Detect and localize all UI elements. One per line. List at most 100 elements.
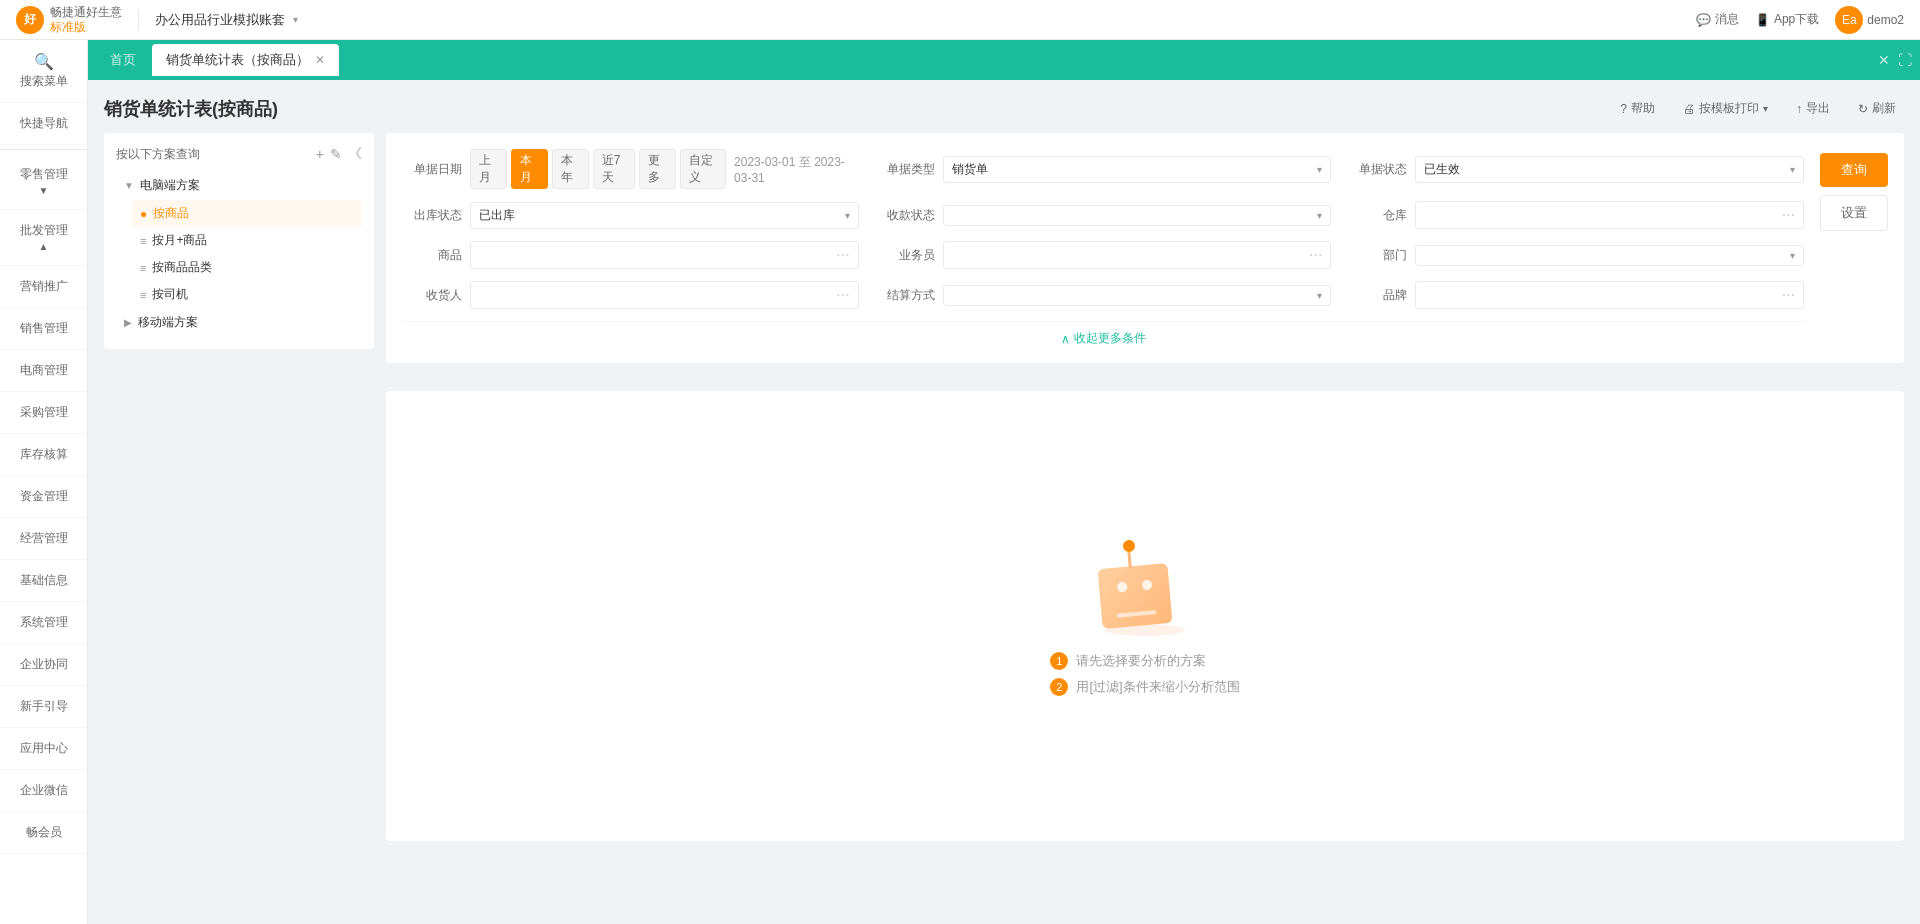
sidebar-item-enterprise[interactable]: 企业协同 xyxy=(0,644,87,686)
tab-close-btn[interactable]: ✕ xyxy=(315,53,325,67)
empty-content: 1 请先选择要分析的方案 2 用[过滤]条件来缩小分析范围 xyxy=(386,391,1904,841)
sidebar-item-ecommerce[interactable]: 电商管理 xyxy=(0,350,87,392)
system-dropdown-arrow[interactable]: ▾ xyxy=(293,14,298,25)
order-type-value: 销货单 xyxy=(952,161,1314,178)
salesman-input[interactable]: ··· xyxy=(943,241,1332,269)
refresh-btn[interactable]: ↻ 刷新 xyxy=(1850,96,1904,121)
sidebar-item-retail[interactable]: 零售管理 ▼ xyxy=(0,154,87,210)
filter-order-type-group: 单据类型 销货单 ▾ xyxy=(875,156,1332,183)
sidebar-item-operation[interactable]: 经营管理 xyxy=(0,518,87,560)
message-btn[interactable]: 💬 消息 xyxy=(1696,11,1739,28)
refresh-icon: ↻ xyxy=(1858,102,1868,116)
warehouse-input[interactable]: ··· xyxy=(1415,201,1804,229)
print-btn[interactable]: 🖨 按模板打印 ▾ xyxy=(1675,96,1776,121)
top-bar: 好 畅捷通好生意 标准版 办公用品行业模拟账套 ▾ 💬 消息 📱 App下载 E… xyxy=(0,0,1920,40)
sidebar-item-sales[interactable]: 销售管理 xyxy=(0,308,87,350)
user-area[interactable]: Ea demo2 xyxy=(1835,6,1904,34)
step-num-1: 1 xyxy=(1050,652,1068,670)
print-dropdown-arrow[interactable]: ▾ xyxy=(1763,103,1768,114)
goods-input[interactable]: ··· xyxy=(470,241,859,269)
receipt-status-select[interactable]: ▾ xyxy=(943,205,1332,226)
tree-item-by-goods[interactable]: ● 按商品 xyxy=(132,200,362,227)
date-btn-this-year[interactable]: 本年 xyxy=(552,149,589,189)
date-range: 2023-03-01 至 2023-03-31 xyxy=(734,154,859,185)
app-download-btn[interactable]: 📱 App下载 xyxy=(1755,11,1819,28)
add-scheme-btn[interactable]: + xyxy=(316,146,324,162)
empty-step-1: 1 请先选择要分析的方案 xyxy=(1050,652,1239,670)
receiver-dots[interactable]: ··· xyxy=(836,286,849,304)
receipt-status-label: 收款状态 xyxy=(875,207,935,224)
chevron-down-icon: ▼ xyxy=(39,185,49,196)
tab-home[interactable]: 首页 xyxy=(96,44,150,76)
out-status-arrow: ▾ xyxy=(845,210,850,221)
filter-goods-group: 商品 ··· xyxy=(402,241,859,269)
dept-select[interactable]: ▾ xyxy=(1415,245,1804,266)
query-btn[interactable]: 查询 xyxy=(1820,153,1888,187)
sidebar-item-guide[interactable]: 新手引导 xyxy=(0,686,87,728)
sidebar-item-search[interactable]: 🔍 搜索菜单 xyxy=(0,40,87,103)
date-btn-last-month[interactable]: 上月 xyxy=(470,149,507,189)
sidebar-item-inventory[interactable]: 库存核算 xyxy=(0,434,87,476)
message-icon: 💬 xyxy=(1696,13,1711,27)
settle-select[interactable]: ▾ xyxy=(943,285,1332,306)
tree-item-mobile[interactable]: ▶ 移动端方案 xyxy=(116,308,362,337)
collapse-btn[interactable]: ∧ 收起更多条件 xyxy=(402,321,1804,347)
tree-item-pc[interactable]: ▼ 电脑端方案 xyxy=(116,171,362,200)
date-btn-more[interactable]: 更多 xyxy=(639,149,676,189)
goods-dots[interactable]: ··· xyxy=(836,246,849,264)
out-status-select[interactable]: 已出库 ▾ xyxy=(470,202,859,229)
sidebar-item-quick-nav[interactable]: 快捷导航 xyxy=(0,103,87,145)
receiver-input[interactable]: ··· xyxy=(470,281,859,309)
warehouse-dots[interactable]: ··· xyxy=(1782,206,1795,224)
receiver-label: 收货人 xyxy=(402,287,462,304)
sidebar-item-basic[interactable]: 基础信息 xyxy=(0,560,87,602)
tab-sales-stat[interactable]: 销货单统计表（按商品） ✕ xyxy=(152,44,339,76)
sidebar-item-app-center[interactable]: 应用中心 xyxy=(0,728,87,770)
order-type-select[interactable]: 销货单 ▾ xyxy=(943,156,1332,183)
filter-dept-group: 部门 ▾ xyxy=(1347,245,1804,266)
export-btn[interactable]: ↑ 导出 xyxy=(1788,96,1838,121)
sidebar-item-wholesale[interactable]: 批发管理 ▲ xyxy=(0,210,87,266)
sidebar-item-marketing[interactable]: 营销推广 xyxy=(0,266,87,308)
page-content: 销货单统计表(按商品) ? 帮助 🖨 按模板打印 ▾ ↑ 导出 xyxy=(88,80,1920,924)
tree-item-by-goods-cat[interactable]: ≡ 按商品品类 xyxy=(132,254,362,281)
sidebar-item-member[interactable]: 畅会员 xyxy=(0,812,87,854)
filter-buttons: 查询 设置 xyxy=(1820,149,1888,347)
empty-illustration xyxy=(1085,536,1205,636)
tree-item-by-printer[interactable]: ≡ 按司机 xyxy=(132,281,362,308)
edit-scheme-btn[interactable]: ✎ xyxy=(330,146,342,162)
right-section: 单据日期 上月 本月 本年 近7天 更多 自定义 xyxy=(386,133,1904,841)
filter-receipt-status-group: 收款状态 ▾ xyxy=(875,205,1332,226)
help-btn[interactable]: ? 帮助 xyxy=(1612,96,1663,121)
date-btn-7days[interactable]: 近7天 xyxy=(593,149,635,189)
window-close-icon[interactable]: ✕ xyxy=(1878,52,1890,68)
salesman-dots[interactable]: ··· xyxy=(1309,246,1322,264)
page-header: 销货单统计表(按商品) ? 帮助 🖨 按模板打印 ▾ ↑ 导出 xyxy=(104,96,1904,121)
order-status-select[interactable]: 已生效 ▾ xyxy=(1415,156,1804,183)
settle-arrow: ▾ xyxy=(1317,290,1322,301)
tab-expand-btn[interactable]: ✕ ⛶ xyxy=(1878,52,1912,68)
by-goods-icon: ● xyxy=(140,207,147,221)
order-type-arrow: ▾ xyxy=(1317,164,1322,175)
top-bar-right: 💬 消息 📱 App下载 Ea demo2 xyxy=(1696,6,1904,34)
settings-btn[interactable]: 设置 xyxy=(1820,195,1888,231)
window-maximize-icon[interactable]: ⛶ xyxy=(1898,52,1912,68)
order-type-label: 单据类型 xyxy=(875,161,935,178)
content-area: 首页 销货单统计表（按商品） ✕ ✕ ⛶ 销货单统计表(按商品) ? 帮助 xyxy=(88,40,1920,924)
collapse-panel-btn[interactable]: 《 xyxy=(348,145,362,163)
panel-actions: + ✎ 《 xyxy=(316,145,362,163)
brand-input[interactable]: ··· xyxy=(1415,281,1804,309)
date-btn-custom[interactable]: 自定义 xyxy=(680,149,726,189)
tree-item-by-month-goods[interactable]: ≡ 按月+商品 xyxy=(132,227,362,254)
tree-chevron-mobile: ▶ xyxy=(124,317,132,328)
print-icon: 🖨 xyxy=(1683,102,1695,116)
sidebar: 🔍 搜索菜单 快捷导航 零售管理 ▼ 批发管理 ▲ 营销推广 销售管理 电商管理… xyxy=(0,40,88,924)
filter-action-row: 按以下方案查询 + ✎ 《 ▼ 电脑端方案 xyxy=(104,133,1904,841)
sidebar-item-wechat[interactable]: 企业微信 xyxy=(0,770,87,812)
sidebar-item-finance[interactable]: 资金管理 xyxy=(0,476,87,518)
sidebar-item-purchase[interactable]: 采购管理 xyxy=(0,392,87,434)
sidebar-item-system[interactable]: 系统管理 xyxy=(0,602,87,644)
brand-dots[interactable]: ··· xyxy=(1782,286,1795,304)
date-btn-this-month[interactable]: 本月 xyxy=(511,149,548,189)
tree-chevron-pc: ▼ xyxy=(124,180,134,191)
